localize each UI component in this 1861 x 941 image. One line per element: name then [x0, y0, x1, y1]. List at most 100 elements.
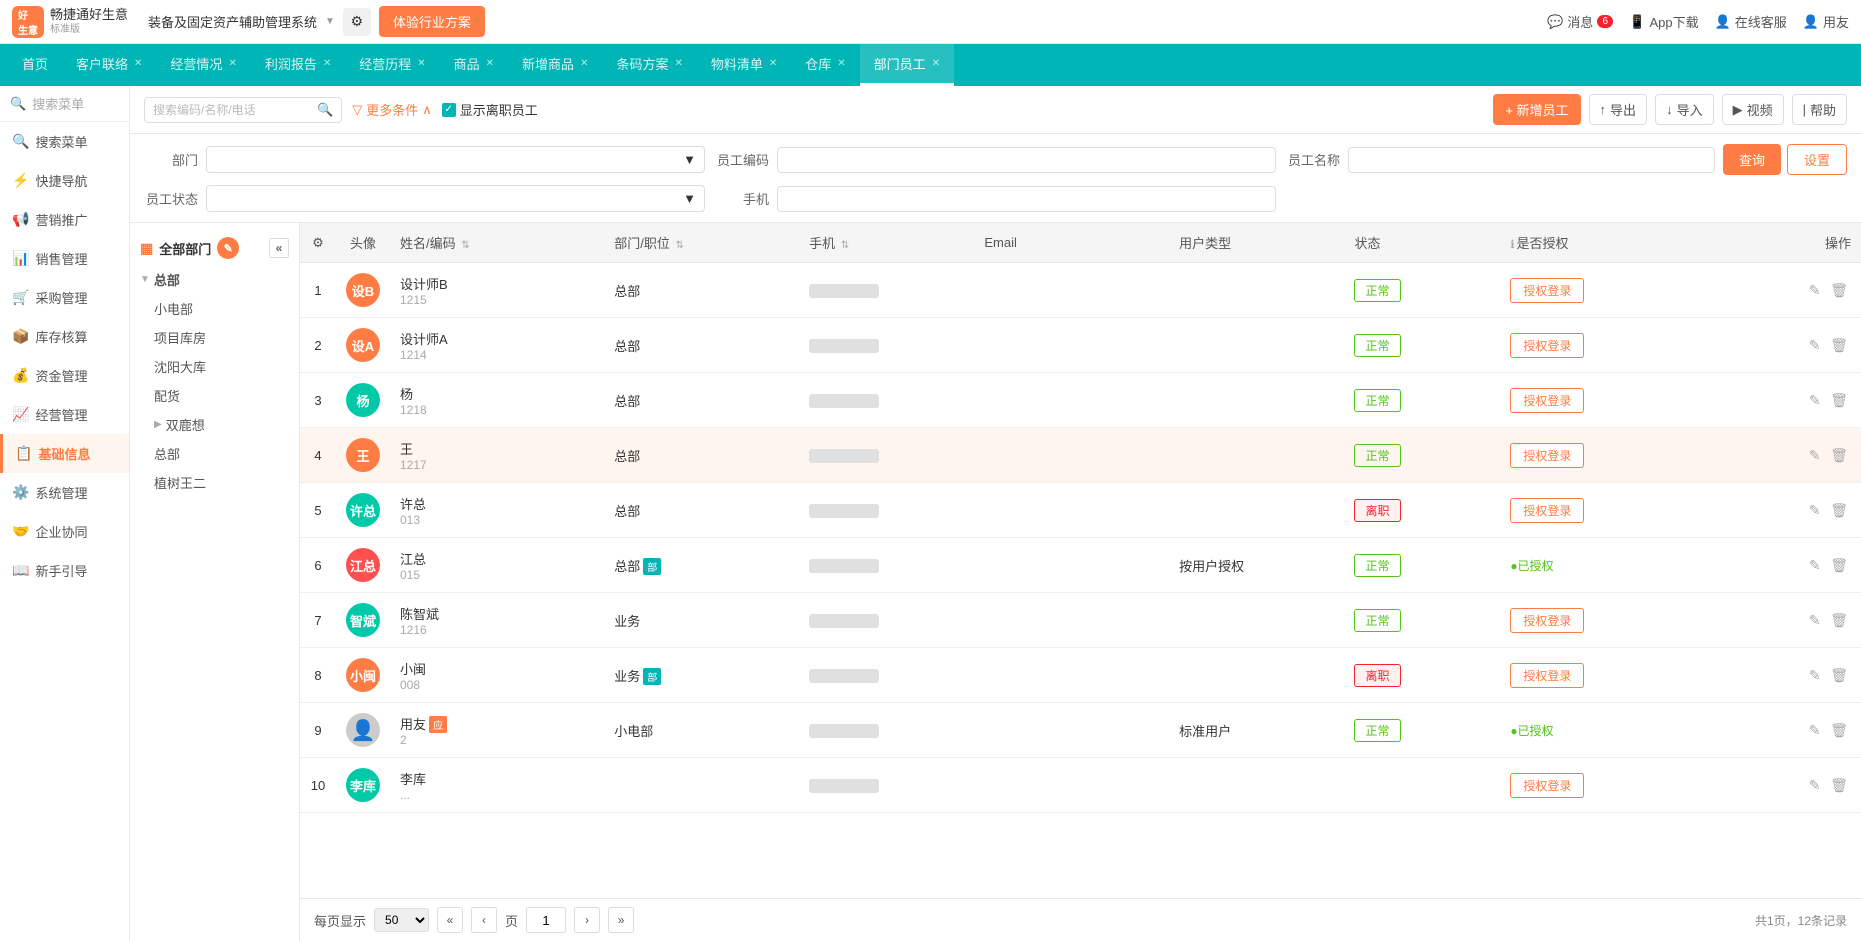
- close-tab-icon[interactable]: ✕: [323, 58, 331, 69]
- close-tab-icon[interactable]: ✕: [134, 58, 142, 69]
- sidebar-item-operations[interactable]: 📈经营管理: [0, 395, 129, 434]
- user-menu-button[interactable]: 👤 用友: [1803, 12, 1849, 31]
- dept-tree-item[interactable]: 植树王二: [130, 468, 299, 497]
- page-number-input[interactable]: [526, 907, 566, 933]
- export-button[interactable]: ↑ 导出: [1589, 94, 1648, 125]
- query-button[interactable]: 查询: [1723, 144, 1781, 175]
- nav-tab-部门员工[interactable]: 部门员工✕: [860, 44, 954, 86]
- nav-tab-商品[interactable]: 商品✕: [440, 44, 508, 86]
- dept-tree-item[interactable]: ▶双鹿想: [130, 410, 299, 439]
- close-tab-icon[interactable]: ✕: [769, 58, 777, 69]
- dept-edit-button[interactable]: ✎: [217, 237, 239, 259]
- edit-button[interactable]: ✎: [1806, 337, 1824, 353]
- sidebar-item-system[interactable]: ⚙️系统管理: [0, 473, 129, 512]
- auth-button[interactable]: 授权登录: [1510, 443, 1584, 468]
- close-tab-icon[interactable]: ✕: [417, 58, 425, 69]
- next-page-button[interactable]: ›: [574, 907, 600, 933]
- emp-code-input[interactable]: [777, 147, 1276, 173]
- delete-button[interactable]: 🗑: [1827, 667, 1851, 683]
- edit-button[interactable]: ✎: [1806, 722, 1824, 738]
- edit-button[interactable]: ✎: [1806, 777, 1824, 793]
- import-button[interactable]: ↓ 导入: [1655, 94, 1714, 125]
- dept-tree-item[interactable]: 总部: [130, 439, 299, 468]
- status-select[interactable]: ▼: [206, 185, 705, 212]
- delete-button[interactable]: 🗑: [1827, 612, 1851, 628]
- auth-button[interactable]: 授权登录: [1510, 608, 1584, 633]
- messages-button[interactable]: 💬 消息 6: [1547, 12, 1613, 31]
- delete-button[interactable]: 🗑: [1827, 337, 1851, 353]
- edit-button[interactable]: ✎: [1806, 282, 1824, 298]
- phone-input[interactable]: [777, 186, 1276, 212]
- delete-button[interactable]: 🗑: [1827, 447, 1851, 463]
- delete-button[interactable]: 🗑: [1827, 392, 1851, 408]
- search-menu-item[interactable]: 🔍 搜索菜单: [0, 86, 129, 122]
- delete-button[interactable]: 🗑: [1827, 557, 1851, 573]
- edit-button[interactable]: ✎: [1806, 667, 1824, 683]
- dept-collapse-button[interactable]: «: [269, 238, 289, 258]
- dept-tree-item[interactable]: 项目库房: [130, 323, 299, 352]
- auth-button[interactable]: 授权登录: [1510, 498, 1584, 523]
- dept-tree-item[interactable]: 沈阳大库: [130, 352, 299, 381]
- sidebar-item-search-menu[interactable]: 🔍搜索菜单: [0, 122, 129, 161]
- emp-name-input[interactable]: [1348, 147, 1715, 173]
- system-dropdown-arrow[interactable]: ▼: [325, 16, 335, 27]
- nav-tab-条码方案[interactable]: 条码方案✕: [602, 44, 696, 86]
- edit-button[interactable]: ✎: [1806, 392, 1824, 408]
- sidebar-item-marketing[interactable]: 📢营销推广: [0, 200, 129, 239]
- nav-tab-利润报告[interactable]: 利润报告✕: [251, 44, 345, 86]
- close-tab-icon[interactable]: ✕: [580, 58, 588, 69]
- edit-button[interactable]: ✎: [1806, 447, 1824, 463]
- settings-button[interactable]: ⚙: [343, 8, 371, 36]
- more-filter-button[interactable]: ▽ 更多条件 ∧: [352, 100, 432, 119]
- prev-page-button[interactable]: ‹: [471, 907, 497, 933]
- nav-tab-首页[interactable]: 首页: [8, 44, 62, 86]
- employee-search-input[interactable]: [153, 103, 313, 117]
- auth-button[interactable]: 授权登录: [1510, 663, 1584, 688]
- dept-tree-item[interactable]: ▼总部: [130, 265, 299, 294]
- sidebar-item-purchase[interactable]: 🛒采购管理: [0, 278, 129, 317]
- delete-button[interactable]: 🗑: [1827, 722, 1851, 738]
- dept-tree-item[interactable]: 配货: [130, 381, 299, 410]
- edit-button[interactable]: ✎: [1806, 557, 1824, 573]
- sidebar-item-sales[interactable]: 📊销售管理: [0, 239, 129, 278]
- nav-tab-经营历程[interactable]: 经营历程✕: [345, 44, 439, 86]
- nav-tab-客户联络[interactable]: 客户联络✕: [62, 44, 156, 86]
- close-tab-icon[interactable]: ✕: [228, 58, 236, 69]
- trial-button[interactable]: 体验行业方案: [379, 6, 485, 37]
- close-tab-icon[interactable]: ✕: [932, 58, 940, 69]
- close-tab-icon[interactable]: ✕: [674, 58, 682, 69]
- sidebar-item-finance[interactable]: 💰资金管理: [0, 356, 129, 395]
- sidebar-item-guide[interactable]: 📖新手引导: [0, 551, 129, 590]
- per-page-select[interactable]: 50 100: [374, 908, 429, 932]
- auth-button[interactable]: 授权登录: [1510, 333, 1584, 358]
- dept-tree-item[interactable]: 小电部: [130, 294, 299, 323]
- set-button[interactable]: 设置: [1787, 144, 1847, 175]
- first-page-button[interactable]: «: [437, 907, 463, 933]
- nav-tab-新增商品[interactable]: 新增商品✕: [508, 44, 602, 86]
- close-tab-icon[interactable]: ✕: [837, 58, 845, 69]
- view-button[interactable]: ▶ 视频: [1722, 94, 1784, 125]
- delete-button[interactable]: 🗑: [1827, 502, 1851, 518]
- last-page-button[interactable]: »: [608, 907, 634, 933]
- nav-tab-物料清单[interactable]: 物料清单✕: [697, 44, 791, 86]
- col-settings-icon[interactable]: ⚙: [312, 235, 324, 250]
- app-download-button[interactable]: 📱 App下载: [1629, 12, 1698, 31]
- auth-button[interactable]: 授权登录: [1510, 388, 1584, 413]
- sidebar-item-enterprise[interactable]: 🤝企业协同: [0, 512, 129, 551]
- sidebar-item-quick-nav[interactable]: ⚡快捷导航: [0, 161, 129, 200]
- nav-tab-经营情况[interactable]: 经营情况✕: [156, 44, 250, 86]
- delete-button[interactable]: 🗑: [1827, 282, 1851, 298]
- show-former-checkbox[interactable]: ✓ 显示离职员工: [442, 100, 538, 119]
- sidebar-item-inventory[interactable]: 📦库存核算: [0, 317, 129, 356]
- delete-button[interactable]: 🗑: [1827, 777, 1851, 793]
- online-service-button[interactable]: 👤 在线客服: [1715, 12, 1787, 31]
- edit-button[interactable]: ✎: [1806, 612, 1824, 628]
- help-button[interactable]: | 帮助: [1792, 94, 1847, 125]
- edit-button[interactable]: ✎: [1806, 502, 1824, 518]
- sidebar-item-basic-info[interactable]: 📋基础信息: [0, 434, 129, 473]
- close-tab-icon[interactable]: ✕: [486, 58, 494, 69]
- auth-button[interactable]: 授权登录: [1510, 773, 1584, 798]
- nav-tab-仓库[interactable]: 仓库✕: [791, 44, 859, 86]
- dept-select[interactable]: ▼: [206, 146, 705, 173]
- add-employee-button[interactable]: + 新增员工: [1493, 94, 1580, 125]
